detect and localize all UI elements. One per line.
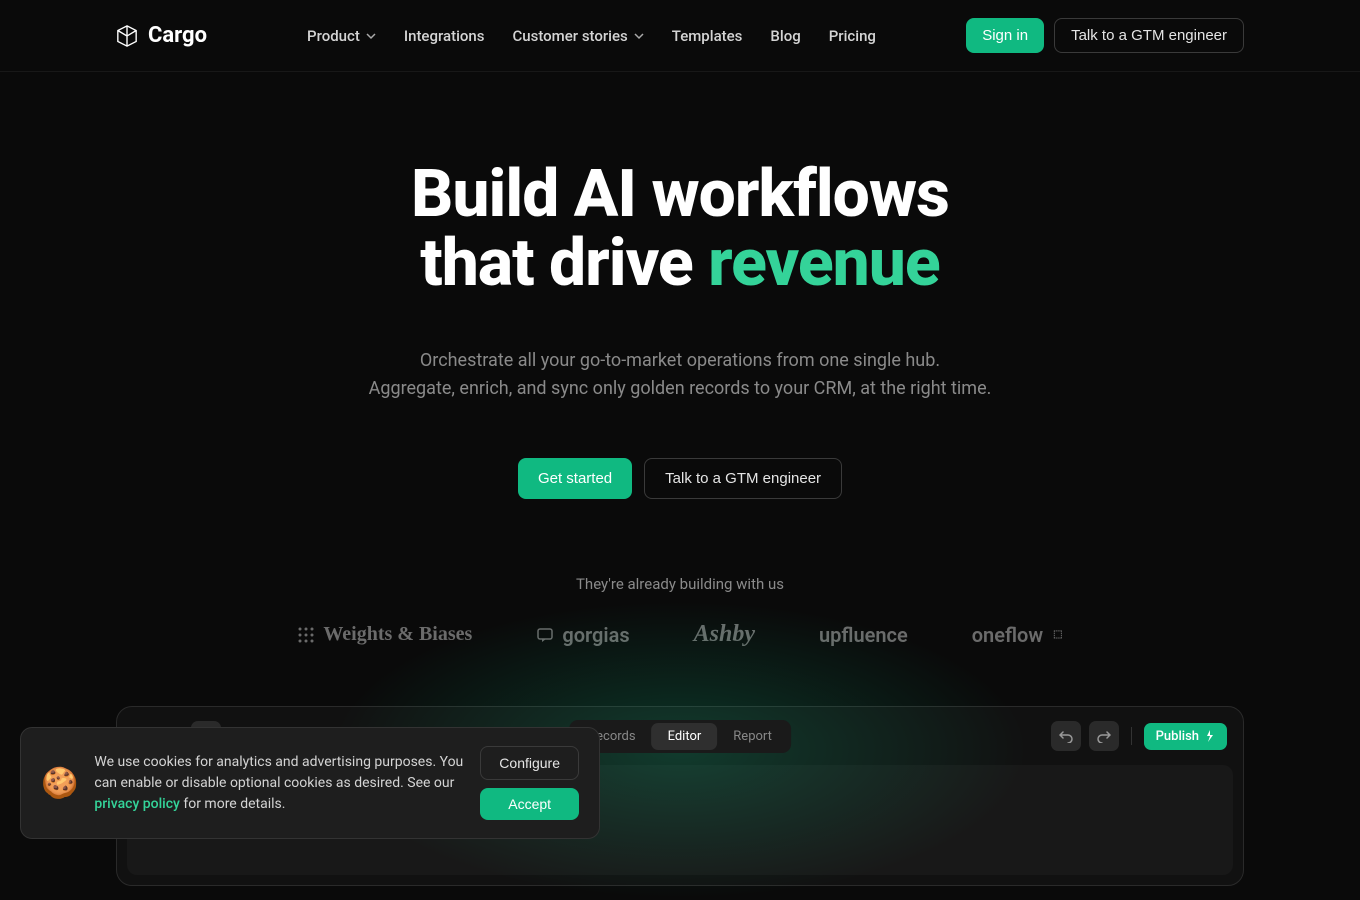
company-logo-label: gorgias	[562, 623, 629, 647]
bolt-icon	[1205, 730, 1215, 742]
company-logo-weights-biases: Weights & Biases	[297, 623, 472, 646]
company-logo-oneflow: oneflow⬚	[972, 623, 1063, 647]
hero-title-line1: Build AI workflows	[411, 156, 949, 233]
nav-blog[interactable]: Blog	[770, 27, 800, 45]
redo-button[interactable]	[1089, 721, 1119, 751]
redo-icon	[1097, 729, 1111, 743]
cookie-text-post: for more details.	[180, 796, 286, 812]
publish-label: Publish	[1156, 729, 1199, 744]
nav-pricing[interactable]: Pricing	[829, 27, 876, 45]
hero-sub-line1: Orchestrate all your go-to-market operat…	[0, 347, 1360, 376]
hero-sub-line2: Aggregate, enrich, and sync only golden …	[0, 375, 1360, 404]
nav-integrations[interactable]: Integrations	[404, 27, 485, 45]
hero-subtitle: Orchestrate all your go-to-market operat…	[0, 347, 1360, 405]
hero-ctas: Get started Talk to a GTM engineer	[0, 458, 1360, 499]
sign-in-button[interactable]: Sign in	[966, 18, 1044, 53]
social-proof: They're already building with us Weights…	[0, 575, 1360, 648]
site-header: Cargo Product Integrations Customer stor…	[0, 0, 1360, 72]
cookie-icon: 🍪	[41, 766, 78, 801]
company-logo-label: oneflow	[972, 623, 1043, 647]
nav-integrations-label: Integrations	[404, 27, 485, 45]
toolbar-divider	[1131, 727, 1132, 745]
nav-product-label: Product	[307, 27, 360, 45]
hero-title: Build AI workflows that drive revenue	[0, 160, 1360, 299]
company-logo-row: Weights & Biases gorgias Ashby upfluence…	[0, 621, 1360, 648]
brand-logo[interactable]: Cargo	[116, 23, 207, 48]
undo-icon	[1059, 729, 1073, 743]
nav-templates[interactable]: Templates	[672, 27, 743, 45]
tab-editor[interactable]: Editor	[652, 723, 718, 750]
main-nav: Product Integrations Customer stories Te…	[307, 27, 876, 45]
nav-customer-stories[interactable]: Customer stories	[513, 27, 644, 45]
view-tabs: Records Editor Report	[569, 720, 791, 753]
cookie-banner: 🍪 We use cookies for analytics and adver…	[20, 727, 600, 839]
cookie-text: We use cookies for analytics and adverti…	[94, 752, 464, 815]
talk-engineer-button-hero[interactable]: Talk to a GTM engineer	[644, 458, 842, 499]
social-proof-label: They're already building with us	[0, 575, 1360, 593]
talk-engineer-button-header[interactable]: Talk to a GTM engineer	[1054, 18, 1244, 53]
company-logo-gorgias: gorgias	[536, 623, 629, 647]
chat-icon	[536, 626, 554, 644]
chevron-down-icon	[634, 31, 644, 41]
privacy-policy-link[interactable]: privacy policy	[94, 796, 180, 812]
nav-product[interactable]: Product	[307, 27, 376, 45]
tab-report[interactable]: Report	[717, 723, 788, 750]
cargo-logo-icon	[116, 24, 138, 48]
nav-customer-stories-label: Customer stories	[513, 27, 628, 45]
app-toolbar-right: Publish	[1051, 721, 1227, 751]
hero-title-accent: revenue	[708, 225, 940, 302]
nav-blog-label: Blog	[770, 27, 800, 45]
cookie-actions: Configure Accept	[480, 746, 579, 820]
nav-pricing-label: Pricing	[829, 27, 876, 45]
brand-name: Cargo	[148, 23, 207, 48]
cookie-text-pre: We use cookies for analytics and adverti…	[94, 754, 463, 791]
publish-button[interactable]: Publish	[1144, 723, 1227, 750]
cookie-accept-button[interactable]: Accept	[480, 788, 579, 820]
company-logo-ashby: Ashby	[694, 621, 755, 648]
hero-section: Build AI workflows that drive revenue Or…	[0, 72, 1360, 499]
chevron-down-icon	[366, 31, 376, 41]
cookie-configure-button[interactable]: Configure	[480, 746, 579, 780]
company-logo-upfluence: upfluence	[819, 623, 908, 647]
undo-button[interactable]	[1051, 721, 1081, 751]
header-actions: Sign in Talk to a GTM engineer	[966, 18, 1244, 53]
dots-icon	[297, 626, 315, 644]
get-started-button[interactable]: Get started	[518, 458, 632, 499]
company-logo-label: Weights & Biases	[323, 623, 472, 646]
hero-title-line2-pre: that drive	[420, 225, 708, 302]
nav-templates-label: Templates	[672, 27, 743, 45]
